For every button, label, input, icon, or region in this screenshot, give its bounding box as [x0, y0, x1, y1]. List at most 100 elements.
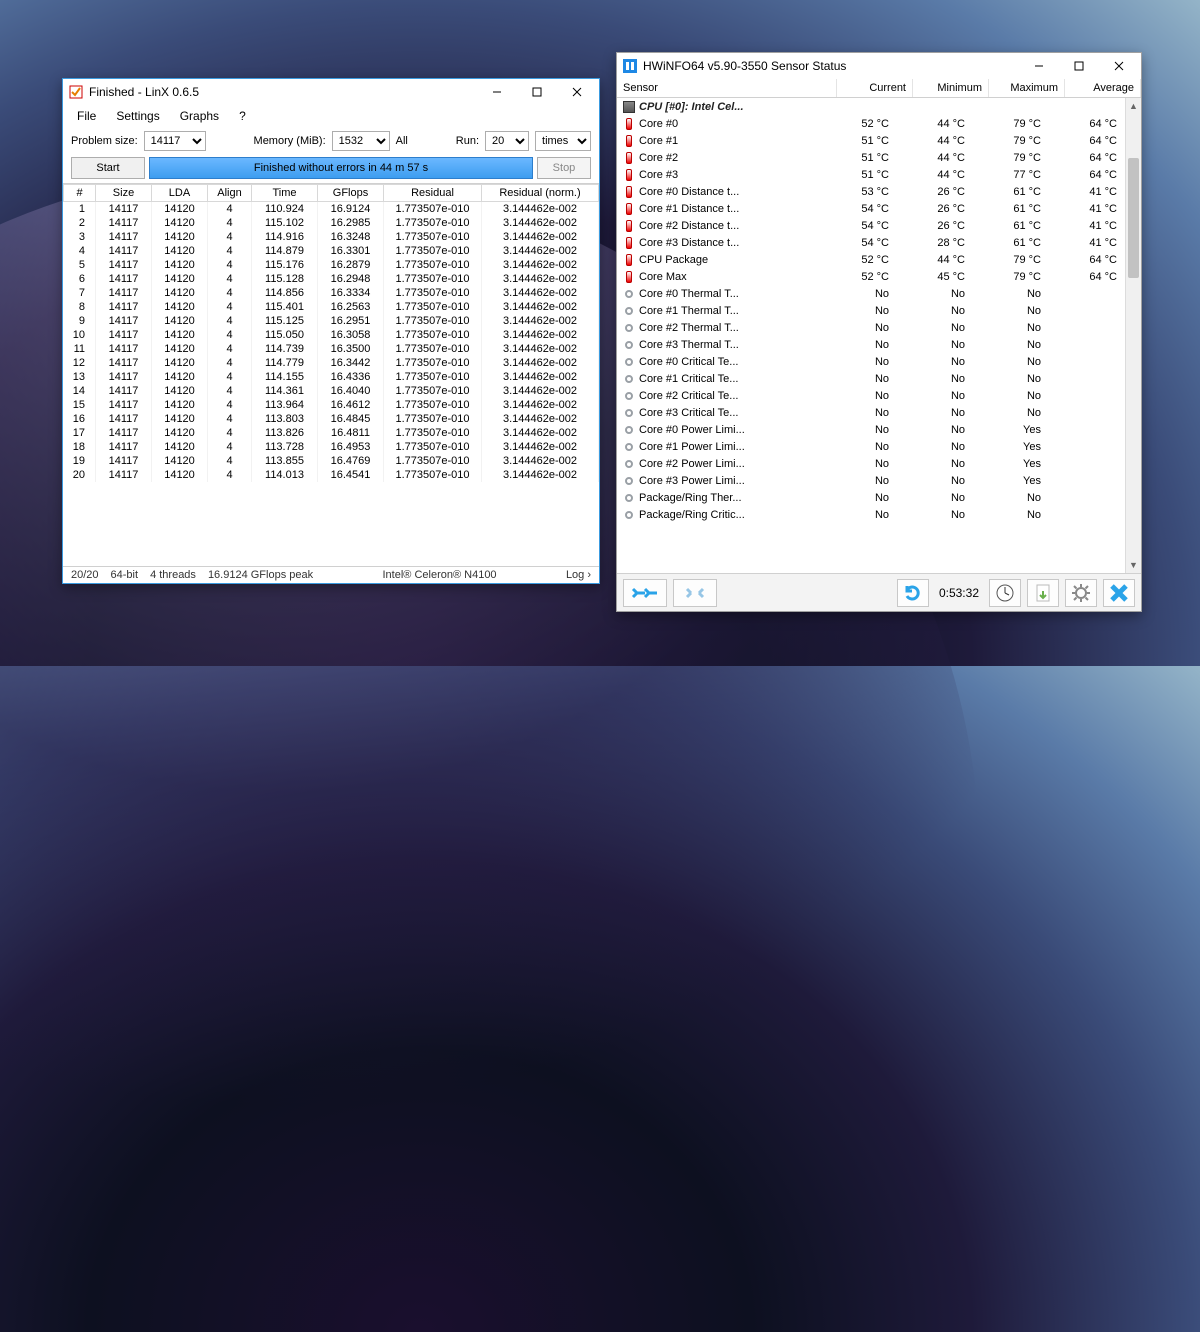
- refresh-button[interactable]: [897, 579, 929, 607]
- sensor-row[interactable]: Core #1 Critical Te...NoNoNo: [617, 370, 1125, 387]
- sensor-row[interactable]: Core #2 Distance t...54 °C26 °C61 °C41 °…: [617, 217, 1125, 234]
- col-maximum[interactable]: Maximum: [989, 79, 1065, 97]
- scrollbar[interactable]: ▲ ▼: [1125, 98, 1141, 573]
- scroll-thumb[interactable]: [1128, 158, 1139, 278]
- menu-file[interactable]: File: [69, 107, 104, 125]
- linx-col-header[interactable]: #: [64, 185, 96, 202]
- sensor-row[interactable]: Core #2 Thermal T...NoNoNo: [617, 319, 1125, 336]
- table-row[interactable]: 2014117141204114.01316.45411.773507e-010…: [64, 468, 599, 482]
- expand-all-button[interactable]: [623, 579, 667, 607]
- thermometer-icon: [626, 135, 632, 147]
- table-row[interactable]: 814117141204115.40116.25631.773507e-0103…: [64, 300, 599, 314]
- menu-settings[interactable]: Settings: [108, 107, 167, 125]
- table-row[interactable]: 1914117141204113.85516.47691.773507e-010…: [64, 454, 599, 468]
- collapse-all-button[interactable]: [673, 579, 717, 607]
- maximize-button[interactable]: [517, 81, 557, 103]
- sensor-row[interactable]: Core #0 Thermal T...NoNoNo: [617, 285, 1125, 302]
- sensor-row[interactable]: Core #0 Critical Te...NoNoNo: [617, 353, 1125, 370]
- linx-col-header[interactable]: Residual (norm.): [482, 185, 599, 202]
- table-row[interactable]: 314117141204114.91616.32481.773507e-0103…: [64, 230, 599, 244]
- table-row[interactable]: 114117141204110.92416.91241.773507e-0103…: [64, 202, 599, 217]
- hwinfo-titlebar[interactable]: HWiNFO64 v5.90-3550 Sensor Status: [617, 53, 1141, 79]
- linx-col-header[interactable]: Residual: [384, 185, 482, 202]
- sensor-row[interactable]: Core #3 Thermal T...NoNoNo: [617, 336, 1125, 353]
- sensor-row[interactable]: Package/Ring Ther...NoNoNo: [617, 489, 1125, 506]
- clock-button[interactable]: [989, 579, 1021, 607]
- sensor-row[interactable]: Core #2 Power Limi...NoNoYes: [617, 455, 1125, 472]
- problem-size-label: Problem size:: [71, 135, 138, 147]
- table-row[interactable]: 1814117141204113.72816.49531.773507e-010…: [64, 440, 599, 454]
- table-row[interactable]: 1114117141204114.73916.35001.773507e-010…: [64, 342, 599, 356]
- sensor-row[interactable]: Core #1 Distance t...54 °C26 °C61 °C41 °…: [617, 200, 1125, 217]
- memory-select[interactable]: 1532: [332, 131, 390, 151]
- linx-col-header[interactable]: Align: [208, 185, 252, 202]
- linx-app-icon: [69, 85, 83, 99]
- status-ring-icon: [625, 494, 633, 502]
- sensor-row[interactable]: Core #3 Distance t...54 °C28 °C61 °C41 °…: [617, 234, 1125, 251]
- sensor-row[interactable]: Core #3 Critical Te...NoNoNo: [617, 404, 1125, 421]
- linx-titlebar[interactable]: Finished - LinX 0.6.5: [63, 79, 599, 105]
- scroll-up-icon[interactable]: ▲: [1126, 98, 1141, 114]
- table-row[interactable]: 1614117141204113.80316.48451.773507e-010…: [64, 412, 599, 426]
- stop-button[interactable]: Stop: [537, 157, 591, 179]
- linx-col-header[interactable]: LDA: [152, 185, 208, 202]
- close-button[interactable]: [1099, 55, 1139, 77]
- memory-label: Memory (MiB):: [254, 135, 326, 147]
- close-button[interactable]: [557, 81, 597, 103]
- col-current[interactable]: Current: [837, 79, 913, 97]
- footer-progress: 20/20: [71, 569, 99, 581]
- settings-button[interactable]: [1065, 579, 1097, 607]
- table-row[interactable]: 914117141204115.12516.29511.773507e-0103…: [64, 314, 599, 328]
- sensor-row[interactable]: Core #0 Power Limi...NoNoYes: [617, 421, 1125, 438]
- sensor-row[interactable]: CPU Package52 °C44 °C79 °C64 °C: [617, 251, 1125, 268]
- maximize-button[interactable]: [1059, 55, 1099, 77]
- table-row[interactable]: 614117141204115.12816.29481.773507e-0103…: [64, 272, 599, 286]
- footer-arch: 64-bit: [111, 569, 139, 581]
- table-row[interactable]: 1014117141204115.05016.30581.773507e-010…: [64, 328, 599, 342]
- sensor-row[interactable]: Core #1 Thermal T...NoNoNo: [617, 302, 1125, 319]
- table-row[interactable]: 214117141204115.10216.29851.773507e-0103…: [64, 216, 599, 230]
- table-row[interactable]: 1414117141204114.36116.40401.773507e-010…: [64, 384, 599, 398]
- hwinfo-app-icon: [623, 59, 637, 73]
- table-row[interactable]: 1514117141204113.96416.46121.773507e-010…: [64, 398, 599, 412]
- minimize-button[interactable]: [1019, 55, 1059, 77]
- table-row[interactable]: 414117141204114.87916.33011.773507e-0103…: [64, 244, 599, 258]
- linx-col-header[interactable]: Size: [96, 185, 152, 202]
- col-sensor[interactable]: Sensor: [617, 79, 837, 97]
- sensor-group-cpu[interactable]: CPU [#0]: Intel Cel...: [617, 98, 1125, 115]
- run-unit-select[interactable]: times: [535, 131, 591, 151]
- scroll-down-icon[interactable]: ▼: [1126, 557, 1141, 573]
- close-toolbar-button[interactable]: [1103, 579, 1135, 607]
- linx-col-header[interactable]: GFlops: [318, 185, 384, 202]
- sensor-row[interactable]: Package/Ring Critic...NoNoNo: [617, 506, 1125, 523]
- menu-graphs[interactable]: Graphs: [172, 107, 227, 125]
- linx-col-header[interactable]: Time: [252, 185, 318, 202]
- sensor-row[interactable]: Core #0 Distance t...53 °C26 °C61 °C41 °…: [617, 183, 1125, 200]
- sensor-row[interactable]: Core #1 Power Limi...NoNoYes: [617, 438, 1125, 455]
- sensor-row[interactable]: Core Max52 °C45 °C79 °C64 °C: [617, 268, 1125, 285]
- status-ring-icon: [625, 324, 633, 332]
- run-count-select[interactable]: 20: [485, 131, 529, 151]
- problem-size-select[interactable]: 14117: [144, 131, 206, 151]
- minimize-button[interactable]: [477, 81, 517, 103]
- col-average[interactable]: Average: [1065, 79, 1141, 97]
- table-row[interactable]: 714117141204114.85616.33341.773507e-0103…: [64, 286, 599, 300]
- table-row[interactable]: 1214117141204114.77916.34421.773507e-010…: [64, 356, 599, 370]
- thermometer-icon: [626, 220, 632, 232]
- sensor-row[interactable]: Core #251 °C44 °C79 °C64 °C: [617, 149, 1125, 166]
- sensor-row[interactable]: Core #2 Critical Te...NoNoNo: [617, 387, 1125, 404]
- footer-log-link[interactable]: Log ›: [566, 569, 591, 581]
- table-row[interactable]: 514117141204115.17616.28791.773507e-0103…: [64, 258, 599, 272]
- sensor-row[interactable]: Core #151 °C44 °C79 °C64 °C: [617, 132, 1125, 149]
- sensor-row[interactable]: Core #351 °C44 °C77 °C64 °C: [617, 166, 1125, 183]
- table-row[interactable]: 1714117141204113.82616.48111.773507e-010…: [64, 426, 599, 440]
- table-row[interactable]: 1314117141204114.15516.43361.773507e-010…: [64, 370, 599, 384]
- col-minimum[interactable]: Minimum: [913, 79, 989, 97]
- save-log-button[interactable]: [1027, 579, 1059, 607]
- sensor-row[interactable]: Core #052 °C44 °C79 °C64 °C: [617, 115, 1125, 132]
- sensor-row[interactable]: Core #3 Power Limi...NoNoYes: [617, 472, 1125, 489]
- start-button[interactable]: Start: [71, 157, 145, 179]
- menu-help[interactable]: ?: [231, 107, 254, 125]
- hwinfo-title-text: HWiNFO64 v5.90-3550 Sensor Status: [643, 59, 846, 73]
- hwinfo-column-headers[interactable]: Sensor Current Minimum Maximum Average: [617, 79, 1141, 98]
